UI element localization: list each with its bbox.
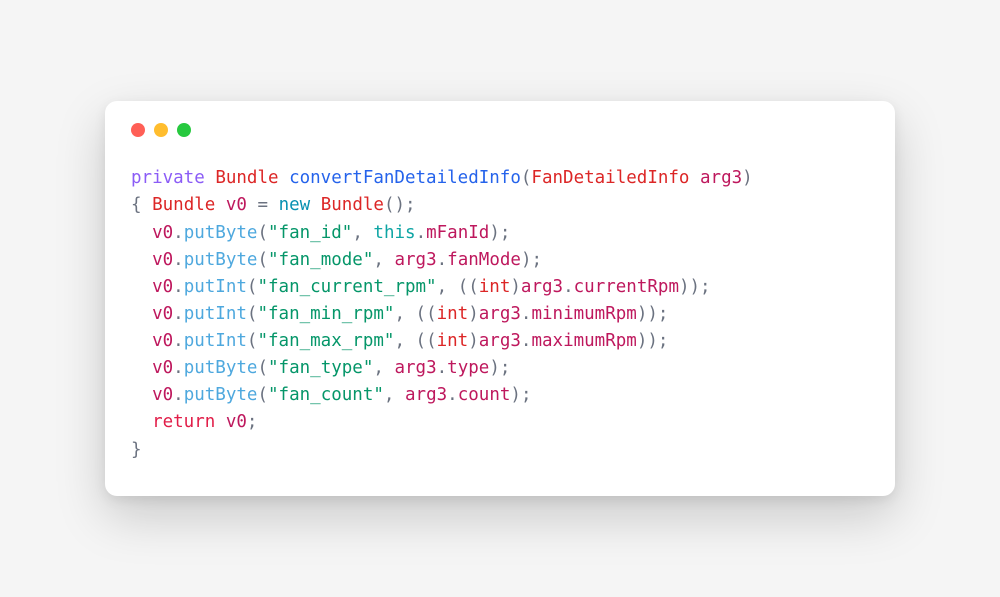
str-fan-current-rpm: "fan_current_rpm" <box>257 277 436 297</box>
var-v0-ref: v0 <box>152 223 173 243</box>
var-v0: v0 <box>226 195 247 215</box>
field-count: count <box>458 385 511 405</box>
type-int: int <box>437 304 469 324</box>
call-putbyte: putByte <box>184 250 258 270</box>
var-v0-ref: v0 <box>152 358 173 378</box>
call-putbyte: putByte <box>184 385 258 405</box>
call-putint: putInt <box>184 304 247 324</box>
var-v0-ref: v0 <box>152 250 173 270</box>
arg3-ref: arg3 <box>479 331 521 351</box>
call-putint: putInt <box>184 331 247 351</box>
var-v0-ref: v0 <box>152 277 173 297</box>
arg3-ref: arg3 <box>521 277 563 297</box>
var-v0-ref: v0 <box>152 331 173 351</box>
str-fan-type: "fan_type" <box>268 358 373 378</box>
code-block: private Bundle convertFanDetailedInfo(Fa… <box>131 165 869 463</box>
keyword-new: new <box>279 195 311 215</box>
field-maximumrpm: maximumRpm <box>531 331 636 351</box>
field-mfanid: mFanId <box>426 223 489 243</box>
arg3-ref: arg3 <box>479 304 521 324</box>
arg3-ref: arg3 <box>394 250 436 270</box>
field-currentrpm: currentRpm <box>574 277 679 297</box>
method-name: convertFanDetailedInfo <box>289 168 521 188</box>
field-type: type <box>447 358 489 378</box>
var-v0-return: v0 <box>226 412 247 432</box>
close-icon[interactable] <box>131 123 145 137</box>
window-controls <box>131 123 869 137</box>
arg3-ref: arg3 <box>405 385 447 405</box>
str-fan-count: "fan_count" <box>268 385 384 405</box>
arg3-ref: arg3 <box>394 358 436 378</box>
type-param: FanDetailedInfo <box>531 168 689 188</box>
var-v0-ref: v0 <box>152 385 173 405</box>
type-bundle-2: Bundle <box>152 195 215 215</box>
param-name: arg3 <box>700 168 742 188</box>
str-fan-id: "fan_id" <box>268 223 352 243</box>
field-fanmode: fanMode <box>447 250 521 270</box>
str-fan-min-rpm: "fan_min_rpm" <box>257 304 394 324</box>
str-fan-mode: "fan_mode" <box>268 250 373 270</box>
keyword-return: return <box>152 412 215 432</box>
str-fan-max-rpm: "fan_max_rpm" <box>257 331 394 351</box>
code-window: private Bundle convertFanDetailedInfo(Fa… <box>105 101 895 495</box>
type-bundle: Bundle <box>215 168 278 188</box>
call-putbyte: putByte <box>184 223 258 243</box>
minimize-icon[interactable] <box>154 123 168 137</box>
type-bundle-3: Bundle <box>321 195 384 215</box>
var-v0-ref: v0 <box>152 304 173 324</box>
keyword-private: private <box>131 168 205 188</box>
maximize-icon[interactable] <box>177 123 191 137</box>
type-int: int <box>479 277 511 297</box>
call-putbyte: putByte <box>184 358 258 378</box>
keyword-this: this <box>373 223 415 243</box>
type-int: int <box>437 331 469 351</box>
call-putint: putInt <box>184 277 247 297</box>
field-minimumrpm: minimumRpm <box>531 304 636 324</box>
